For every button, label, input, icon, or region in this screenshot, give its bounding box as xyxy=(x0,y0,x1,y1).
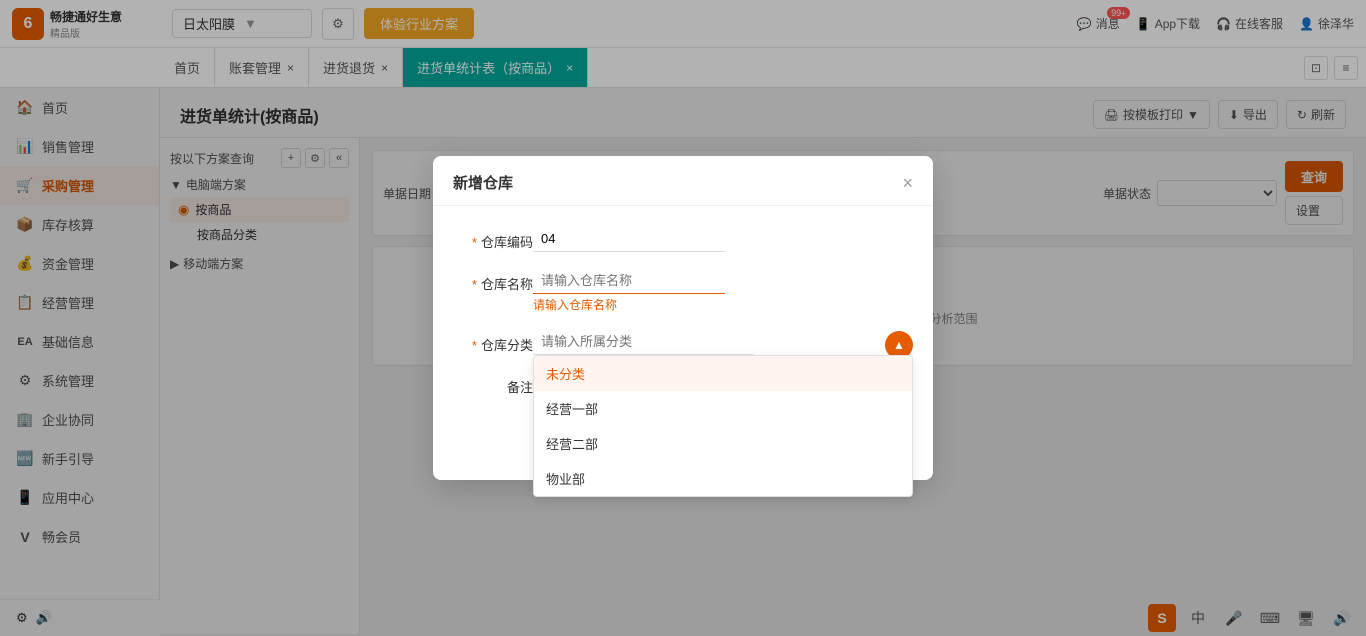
dialog-close-button[interactable]: × xyxy=(902,174,913,192)
dropdown-item-3[interactable]: 物业部 xyxy=(534,461,912,496)
name-error-message: 请输入仓库名称 xyxy=(533,298,617,312)
code-input-wrapper xyxy=(533,226,913,252)
name-label: *仓库名称 xyxy=(453,268,533,293)
code-input[interactable] xyxy=(533,226,725,252)
name-input-row: *仓库名称 xyxy=(453,268,725,294)
new-warehouse-dialog: 新增仓库 × *仓库编码 *仓库名称 xyxy=(433,156,933,480)
category-input-wrapper: ▲ 未分类 经营一部 经营二部 物业部 xyxy=(533,329,913,355)
code-label: *仓库编码 xyxy=(453,226,533,251)
dialog-body: *仓库编码 *仓库名称 请输入仓库名称 xyxy=(433,206,933,423)
category-dropdown-list: 未分类 经营一部 经营二部 物业部 xyxy=(533,355,913,497)
chevron-up-icon: ▲ xyxy=(893,338,905,352)
dialog-header: 新增仓库 × xyxy=(433,156,933,206)
note-label: 备注 xyxy=(453,371,533,396)
dropdown-item-0[interactable]: 未分类 xyxy=(534,356,912,391)
name-form-row: *仓库名称 请输入仓库名称 xyxy=(453,268,913,313)
dialog-title: 新增仓库 xyxy=(453,172,513,193)
dialog-overlay: 新增仓库 × *仓库编码 *仓库名称 xyxy=(0,0,1366,636)
code-form-row: *仓库编码 xyxy=(453,226,913,252)
category-form-row: *仓库分类 ▲ 未分类 经营一部 经营二部 物业部 xyxy=(453,329,913,355)
category-label: *仓库分类 xyxy=(453,329,533,354)
name-input-wrapper xyxy=(533,268,725,294)
name-input[interactable] xyxy=(533,268,725,294)
dropdown-item-1[interactable]: 经营一部 xyxy=(534,391,912,426)
category-input[interactable] xyxy=(533,329,753,355)
name-error-row: 请输入仓库名称 xyxy=(533,296,617,313)
dropdown-item-2[interactable]: 经营二部 xyxy=(534,426,912,461)
